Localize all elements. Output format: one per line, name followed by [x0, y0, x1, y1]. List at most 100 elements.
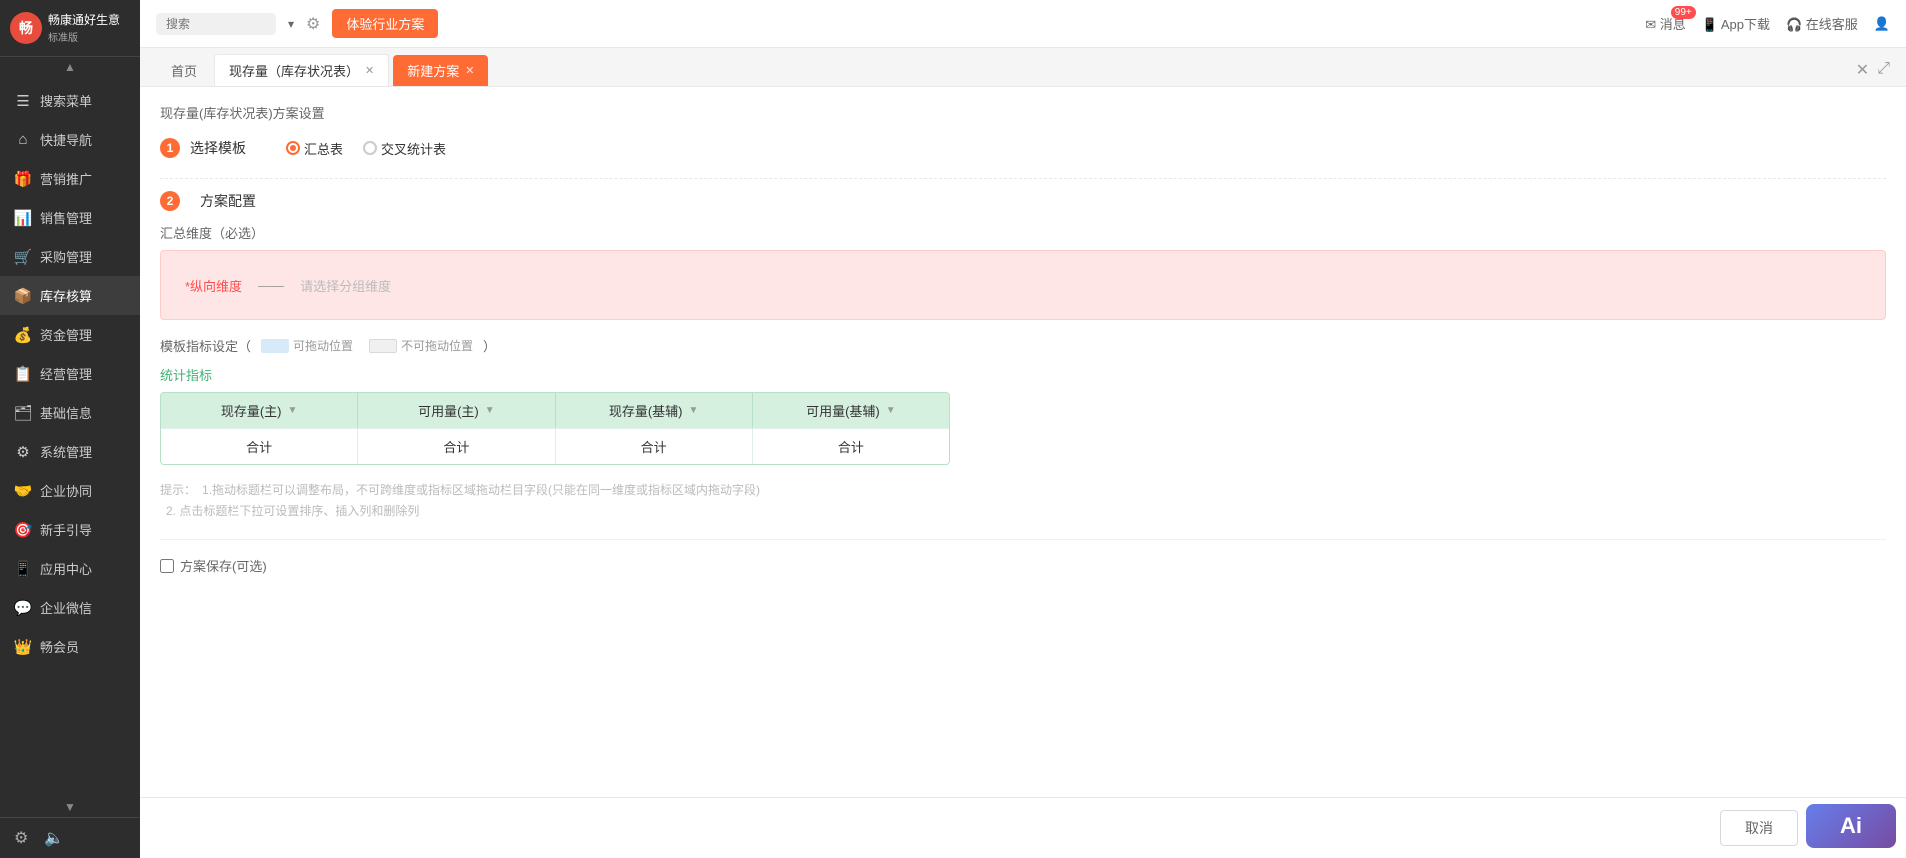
stats-header-col4[interactable]: 可用量(基辅) ▼	[753, 393, 949, 428]
close-window-btn[interactable]: ✕	[1856, 60, 1869, 80]
sidebar-item-purchase-label: 采购管理	[40, 247, 92, 266]
sidebar-logo: 畅 畅康通好生意 标准版	[0, 0, 140, 57]
headset-icon: 🎧	[1786, 17, 1802, 32]
stats-data-col4: 合计	[753, 429, 949, 464]
sidebar-item-sales[interactable]: 📊 销售管理	[0, 198, 140, 237]
sidebar-item-app-center[interactable]: 📱 应用中心	[0, 549, 140, 588]
sidebar-item-marketing[interactable]: 🎁 营销推广	[0, 159, 140, 198]
stats-header-col1[interactable]: 现存量(主) ▼	[161, 393, 358, 428]
stats-header-col3[interactable]: 现存量(基辅) ▼	[556, 393, 753, 428]
new-plan-tab-label: 新建方案	[407, 61, 459, 80]
topbar-app-download[interactable]: 📱 App下载	[1702, 14, 1770, 33]
settings-icon[interactable]: ⚙	[14, 828, 28, 848]
topbar-dropdown-icon[interactable]: ▾	[288, 17, 294, 31]
sidebar-item-shortcut[interactable]: ⌂ 快捷导航	[0, 120, 140, 159]
stats-col4-dropdown[interactable]: ▼	[886, 405, 896, 416]
home-tab-label: 首页	[171, 61, 197, 80]
legend-fixed-box	[369, 339, 397, 353]
topbar-right: ✉ 消息 99+ 📱 App下载 🎧 在线客服 👤	[1645, 14, 1890, 33]
user-avatar: 👤	[1874, 16, 1890, 31]
trial-btn[interactable]: 体验行业方案	[332, 9, 438, 38]
sidebar-item-sales-label: 销售管理	[40, 208, 92, 227]
sidebar-item-basic-label: 基础信息	[40, 403, 92, 422]
stats-col3-dropdown[interactable]: ▼	[689, 405, 699, 416]
sidebar-item-wechat[interactable]: 💬 企业微信	[0, 588, 140, 627]
step1-title: 选择模板	[190, 138, 246, 158]
topbar-service[interactable]: 🎧 在线客服	[1786, 14, 1858, 33]
stats-data-col2: 合计	[358, 429, 555, 464]
sidebar-item-system[interactable]: ⚙ 系统管理	[0, 432, 140, 471]
sidebar-scroll-down[interactable]: ▼	[0, 797, 140, 817]
save-option: 方案保存(可选)	[160, 539, 1886, 591]
sidebar-item-system-label: 系统管理	[40, 442, 92, 461]
tip-1: 提示： 1.拖动标题栏可以调整布局，不可跨维度或指标区域拖动栏目字段(只能在同一…	[160, 481, 1886, 498]
sidebar-item-finance[interactable]: 💰 资金管理	[0, 315, 140, 354]
search-input[interactable]	[156, 13, 276, 35]
tab-new-plan[interactable]: 新建方案 ✕	[393, 55, 488, 86]
tabbar: 首页 现存量（库存状况表） ✕ 新建方案 ✕ ✕ ⤢	[140, 48, 1906, 87]
shortcut-icon: ⌂	[14, 131, 32, 149]
sidebar-item-newbie-label: 新手引导	[40, 520, 92, 539]
sidebar-item-app-center-label: 应用中心	[40, 559, 92, 578]
ai-badge[interactable]: Ai	[1806, 804, 1896, 848]
inventory-icon: 📦	[14, 287, 32, 305]
basic-icon: 🗂	[14, 404, 32, 422]
radio-summary[interactable]: 汇总表	[286, 139, 343, 158]
topbar-user[interactable]: 👤	[1874, 16, 1890, 32]
service-label: 在线客服	[1806, 17, 1858, 32]
newbie-icon: 🎯	[14, 521, 32, 539]
radio-summary-label: 汇总表	[304, 139, 343, 158]
inventory-tab-label: 现存量（库存状况表）	[229, 61, 359, 80]
tip-2: 2. 点击标题栏下拉可设置排序、插入列和删除列	[160, 502, 1886, 519]
tip-2-text: 2. 点击标题栏下拉可设置排序、插入列和删除列	[166, 502, 419, 519]
new-plan-tab-close[interactable]: ✕	[465, 64, 474, 77]
dimension-dash: ——	[258, 278, 284, 293]
tab-home[interactable]: 首页	[156, 54, 212, 86]
radio-cross[interactable]: 交叉统计表	[363, 139, 446, 158]
expand-window-btn[interactable]: ⤢	[1877, 60, 1890, 80]
stats-col1-dropdown[interactable]: ▼	[288, 405, 298, 416]
sidebar-item-search-label: 搜索菜单	[40, 91, 92, 110]
stats-section-label: 统计指标	[160, 365, 1886, 384]
sidebar-item-inventory[interactable]: 📦 库存核算	[0, 276, 140, 315]
stats-header-row: 现存量(主) ▼ 可用量(主) ▼ 现存量(基辅) ▼	[161, 393, 949, 428]
save-checkbox[interactable]	[160, 559, 174, 573]
app-name: 畅康通好生意	[48, 12, 120, 29]
inventory-tab-close[interactable]: ✕	[365, 64, 374, 77]
legend-draggable-label: 可拖动位置	[293, 337, 353, 354]
step1-header: 1 选择模板 汇总表 交叉统计表	[160, 138, 1886, 158]
legend-fixed: 不可拖动位置	[369, 337, 473, 354]
step2-title: 方案配置	[200, 191, 256, 211]
marketing-icon: 🎁	[14, 170, 32, 188]
metrics-setting-label: 模板指标设定（ 可拖动位置 不可拖动位置 ）	[160, 336, 1886, 355]
tab-inventory[interactable]: 现存量（库存状况表） ✕	[214, 54, 389, 86]
main-area: ▾ ⚙ 体验行业方案 ✉ 消息 99+ 📱 App下载 🎧 在线客服 👤 首	[140, 0, 1906, 858]
stats-col2-dropdown[interactable]: ▼	[485, 405, 495, 416]
cancel-button[interactable]: 取消	[1720, 810, 1798, 846]
sidebar-item-basic[interactable]: 🗂 基础信息	[0, 393, 140, 432]
sidebar-item-vip[interactable]: 👑 畅会员	[0, 627, 140, 666]
topbar-gear-icon[interactable]: ⚙	[306, 14, 320, 34]
sidebar-item-newbie[interactable]: 🎯 新手引导	[0, 510, 140, 549]
template-options: 汇总表 交叉统计表	[286, 139, 446, 158]
radio-cross-circle	[363, 141, 377, 155]
message-icon: ✉	[1645, 17, 1656, 32]
sidebar-item-contract[interactable]: 🤝 企业协同	[0, 471, 140, 510]
topbar-message[interactable]: ✉ 消息 99+	[1645, 14, 1686, 33]
sidebar-item-search[interactable]: ☰ 搜索菜单	[0, 81, 140, 120]
dimension-area[interactable]: *纵向维度 —— 请选择分组维度	[160, 250, 1886, 320]
stats-header-col2[interactable]: 可用量(主) ▼	[358, 393, 555, 428]
stats-table: 现存量(主) ▼ 可用量(主) ▼ 现存量(基辅) ▼	[160, 392, 950, 465]
volume-icon[interactable]: 🔈	[44, 828, 64, 848]
stats-data-col3: 合计	[556, 429, 753, 464]
message-badge: 99+	[1671, 6, 1696, 19]
sidebar-item-operation[interactable]: 📋 经营管理	[0, 354, 140, 393]
step2-header: 2 方案配置	[160, 191, 1886, 211]
tips-section: 提示： 1.拖动标题栏可以调整布局，不可跨维度或指标区域拖动栏目字段(只能在同一…	[160, 481, 1886, 519]
save-label: 方案保存(可选)	[180, 556, 267, 575]
dimension-placeholder: *纵向维度 —— 请选择分组维度	[185, 276, 391, 295]
sidebar-scroll-up[interactable]: ▲	[0, 57, 140, 77]
sidebar-item-purchase[interactable]: 🛒 采购管理	[0, 237, 140, 276]
sidebar-item-shortcut-label: 快捷导航	[40, 130, 92, 149]
app-center-icon: 📱	[14, 560, 32, 578]
